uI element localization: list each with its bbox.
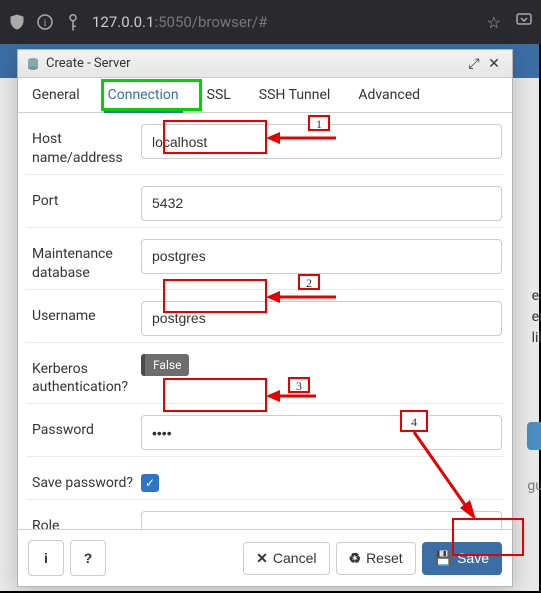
savepw-checkbox[interactable]: ✓ [141,474,159,492]
key-icon[interactable] [60,9,85,34]
create-server-modal: Create - Server ⤢ ✕ General Connection S… [17,49,513,587]
bg-text-line: eSQ [532,286,541,307]
bg-partial-text2: gure [527,478,541,494]
savepw-label: Save password? [26,468,141,493]
tab-advanced[interactable]: Advanced [344,78,434,112]
maintdb-label: Maintenance database [26,239,141,283]
info-icon[interactable]: i [36,13,54,31]
tab-general[interactable]: General [18,78,94,112]
save-icon: 💾 [435,550,452,567]
tab-ssh-tunnel[interactable]: SSH Tunnel [245,78,345,112]
save-button[interactable]: 💾 Save [422,542,502,575]
page-background: eSQ er a like gure Create - Server ⤢ ✕ G… [0,44,539,591]
username-input[interactable] [141,301,502,336]
role-input[interactable] [141,511,502,529]
cancel-icon: ✕ [256,550,268,567]
role-label: Role [26,511,141,529]
url-path: :5050/browser/# [154,13,267,31]
reset-label: Reset [366,550,403,566]
bookmark-star-icon[interactable]: ☆ [487,13,501,32]
host-label: Host name/address [26,124,141,168]
maintdb-input[interactable] [141,239,502,274]
port-label: Port [26,186,141,221]
browser-toolbar: i 127.0.0.1:5050/browser/# ☆ [0,0,541,44]
bg-text-line: like [532,328,541,349]
save-label: Save [457,550,489,566]
tab-connection[interactable]: Connection [94,78,193,112]
tab-ssl[interactable]: SSL [193,78,245,112]
modal-titlebar: Create - Server ⤢ ✕ [18,50,512,78]
bg-slider-knob [527,422,541,450]
url-bar[interactable]: 127.0.0.1:5050/browser/# [92,13,477,31]
cancel-label: Cancel [273,550,317,566]
modal-footer: i ? ✕ Cancel ♻Reset 💾 Save [18,529,512,586]
password-input[interactable] [141,415,502,450]
url-host: 127.0.0.1 [92,13,154,31]
modal-title: Create - Server [46,56,464,71]
pocket-icon[interactable] [515,11,533,33]
close-icon[interactable]: ✕ [484,56,504,72]
port-input[interactable] [141,186,502,221]
kerberos-toggle[interactable]: False [141,354,189,376]
info-button[interactable]: i [28,540,64,576]
bg-partial-text: eSQ er a like [532,286,541,349]
password-label: Password [26,415,141,450]
reset-icon: ♻ [349,550,362,567]
form-body: Host name/address Port Maintenance datab… [18,113,512,529]
host-input[interactable] [141,124,502,159]
server-icon [26,57,40,71]
maximize-icon[interactable]: ⤢ [464,56,484,72]
bg-text-line: er a [532,307,541,328]
svg-text:i: i [44,18,47,29]
reset-button[interactable]: ♻Reset [336,542,416,575]
help-button[interactable]: ? [70,540,106,576]
shield-icon[interactable] [8,13,26,31]
cancel-button[interactable]: ✕ Cancel [243,542,329,575]
modal-tabs: General Connection SSL SSH Tunnel Advanc… [18,78,512,113]
kerberos-label: Kerberos authentication? [26,354,141,398]
username-label: Username [26,301,141,336]
